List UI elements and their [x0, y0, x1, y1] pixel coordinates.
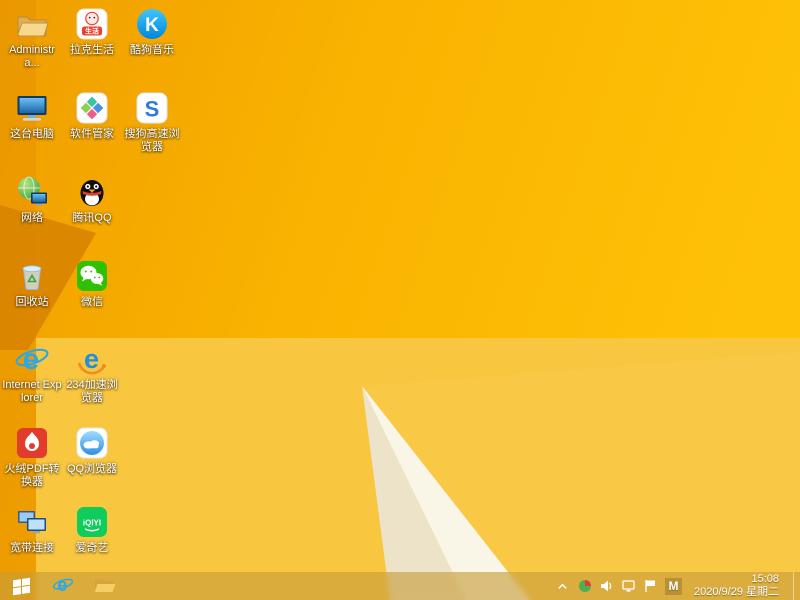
icon-label: 网络: [21, 212, 43, 224]
svg-text:S: S: [145, 97, 160, 122]
svg-text:iQIYI: iQIYI: [83, 519, 101, 528]
icon-label: 腾讯QQ: [72, 212, 112, 224]
action-center-flag-icon[interactable]: [643, 579, 658, 594]
desktop-icon-lake-life[interactable]: 生活 拉克生活: [62, 6, 122, 57]
antivirus-app-icon[interactable]: [577, 579, 592, 594]
icon-label: 234加速浏览器: [66, 379, 118, 404]
ime-indicator[interactable]: M: [665, 577, 682, 595]
desktop-icon-huorong-pdf[interactable]: 火绒PDF转换器: [2, 425, 62, 489]
internet-explorer-icon: e: [13, 341, 51, 377]
icon-label: 回收站: [15, 296, 49, 308]
desktop-icon-broadband[interactable]: 宽带连接: [2, 504, 62, 555]
icon-label: 宽带连接: [10, 542, 54, 554]
icon-label: 酷狗音乐: [130, 44, 174, 56]
iqiyi-icon: iQIYI: [73, 504, 111, 540]
taskbar-clock[interactable]: 15:08 2020/9/29 星期二: [689, 573, 786, 600]
icon-label: QQ浏览器: [66, 463, 118, 475]
software-manager-icon: [73, 90, 111, 126]
icon-label: Administra...: [9, 44, 55, 69]
desktop-icon-wechat[interactable]: 微信: [62, 258, 122, 309]
taskbar: e M 15:08 2020/9/29 星期二: [0, 572, 800, 600]
desktop-icon-kugou-music[interactable]: K 酷狗音乐: [122, 6, 182, 57]
desktop-icon-recycle-bin[interactable]: 回收站: [2, 258, 62, 309]
kugou-music-icon: K: [133, 6, 171, 42]
user-folder-icon: [13, 6, 51, 42]
desktop[interactable]: Administra... 生活 拉克生活 K 酷狗音乐 这台电脑 软件管家 S…: [0, 0, 800, 600]
icon-label: 软件管家: [70, 128, 114, 140]
show-desktop-button[interactable]: [793, 572, 798, 600]
recycle-bin-icon: [13, 258, 51, 294]
desktop-icon-234-browser[interactable]: e 234加速浏览器: [62, 341, 122, 405]
start-button[interactable]: [0, 572, 42, 600]
folder-icon: [94, 576, 116, 597]
desktop-icon-this-pc[interactable]: 这台电脑: [2, 90, 62, 141]
broadband-connection-icon: [13, 504, 51, 540]
desktop-icon-software-manager[interactable]: 软件管家: [62, 90, 122, 141]
desktop-icon-iqiyi[interactable]: iQIYI 爱奇艺: [62, 504, 122, 555]
network-icon[interactable]: [621, 579, 636, 594]
desktop-icon-tencent-qq[interactable]: 腾讯QQ: [62, 174, 122, 225]
icon-label: Internet Explorer: [2, 379, 62, 404]
sogou-browser-icon: S: [133, 90, 171, 126]
system-tray: M 15:08 2020/9/29 星期二: [555, 572, 800, 600]
icon-label: 这台电脑: [10, 128, 54, 140]
lake-life-icon: 生活: [73, 6, 111, 42]
svg-text:e: e: [23, 343, 40, 376]
icon-label: 爱奇艺: [75, 542, 109, 554]
qq-penguin-icon: [73, 174, 111, 210]
desktop-icon-administrator[interactable]: Administra...: [2, 6, 62, 70]
icon-label: 拉克生活: [70, 44, 114, 56]
hidden-icons-chevron-icon[interactable]: [555, 579, 570, 594]
huorong-pdf-icon: [13, 425, 51, 461]
qq-browser-icon: [73, 425, 111, 461]
desktop-icon-internet-explorer[interactable]: e Internet Explorer: [2, 341, 62, 405]
clock-time: 15:08: [751, 572, 779, 585]
computer-monitor-icon: [13, 90, 51, 126]
svg-text:e: e: [84, 344, 99, 374]
taskbar-file-explorer-button[interactable]: [84, 572, 126, 600]
svg-text:生活: 生活: [85, 26, 99, 35]
desktop-icon-sogou-browser[interactable]: S 搜狗高速浏览器: [122, 90, 182, 154]
taskbar-ie-button[interactable]: e: [42, 572, 84, 600]
icon-label: 微信: [81, 296, 103, 308]
desktop-icon-qq-browser[interactable]: QQ浏览器: [62, 425, 122, 476]
234-browser-icon: e: [73, 341, 111, 377]
icon-label: 火绒PDF转换器: [4, 463, 60, 488]
svg-text:e: e: [57, 574, 67, 595]
windows-logo-icon: [12, 577, 30, 595]
icon-label: 搜狗高速浏览器: [124, 128, 180, 153]
clock-date: 2020/9/29 星期二: [694, 586, 779, 598]
wechat-icon: [73, 258, 111, 294]
network-globe-icon: [13, 174, 51, 210]
volume-icon[interactable]: [599, 579, 614, 594]
internet-explorer-icon: e: [52, 574, 74, 599]
svg-text:K: K: [145, 15, 159, 36]
desktop-icon-network[interactable]: 网络: [2, 174, 62, 225]
